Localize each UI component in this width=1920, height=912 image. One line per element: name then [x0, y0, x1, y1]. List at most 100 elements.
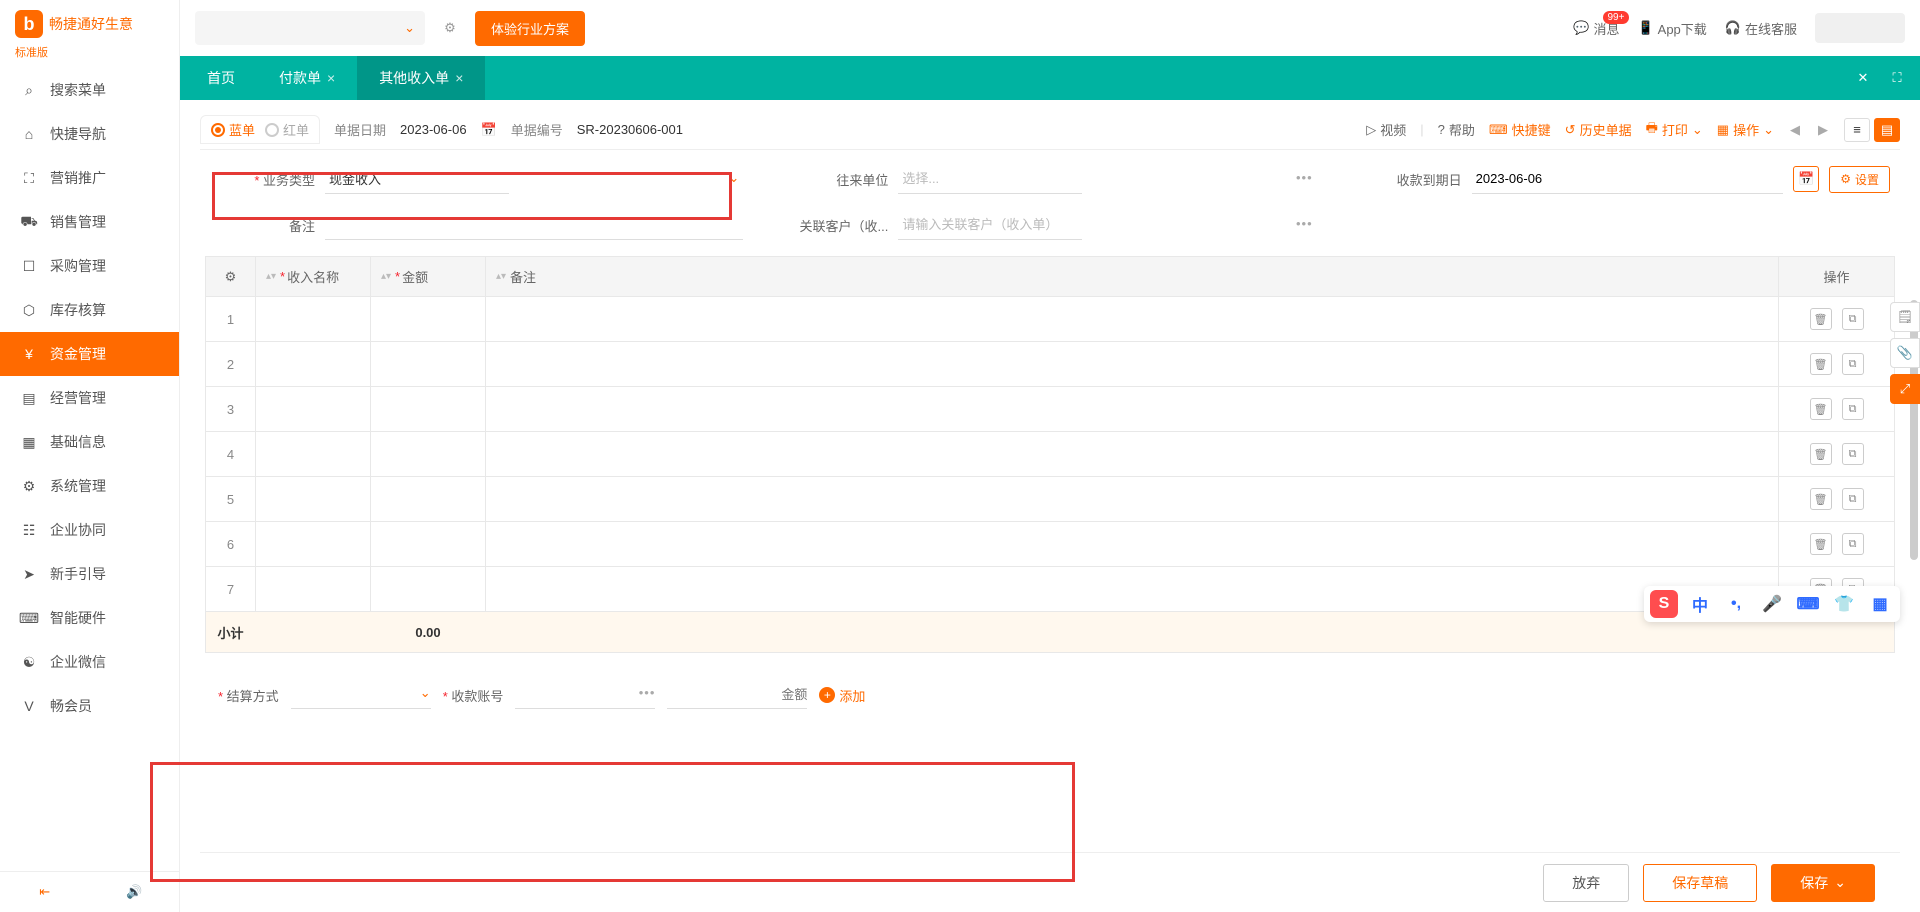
- cell-income-name[interactable]: [256, 342, 371, 386]
- sidebar-item-guide[interactable]: ➤新手引导: [0, 552, 179, 596]
- calendar-icon[interactable]: 📅: [481, 122, 497, 138]
- ellipsis-icon[interactable]: •••: [1296, 216, 1313, 231]
- radio-blue[interactable]: 蓝单: [211, 120, 255, 139]
- row-delete-button[interactable]: 🗑: [1810, 488, 1832, 510]
- settings-gear-button[interactable]: ⚙: [435, 13, 465, 43]
- settle-account-input[interactable]: [515, 681, 655, 709]
- sidebar-item-vip[interactable]: V畅会员: [0, 684, 179, 728]
- ime-skin-button[interactable]: 👕: [1830, 590, 1858, 618]
- rail-note-button[interactable]: 🗒: [1890, 302, 1920, 332]
- doc-date-value[interactable]: 2023-06-06: [400, 122, 467, 137]
- cell-remark[interactable]: [486, 297, 1779, 341]
- cell-amount[interactable]: [371, 477, 486, 521]
- row-copy-button[interactable]: ⧉: [1842, 398, 1864, 420]
- table-row[interactable]: 1🗑⧉: [206, 297, 1894, 342]
- help-button[interactable]: ?帮助: [1438, 120, 1475, 139]
- cell-remark[interactable]: [486, 387, 1779, 431]
- chevron-down-icon[interactable]: ⌄: [728, 170, 739, 186]
- sidebar-item-hardware[interactable]: ⌨智能硬件: [0, 596, 179, 640]
- ime-punct-button[interactable]: •,: [1722, 590, 1750, 618]
- cell-remark[interactable]: [486, 342, 1779, 386]
- table-row[interactable]: 7🗑⧉: [206, 567, 1894, 612]
- biz-type-input[interactable]: [325, 164, 509, 194]
- sidebar-item-basicinfo[interactable]: ▦基础信息: [0, 420, 179, 464]
- calendar-button[interactable]: 📅: [1793, 166, 1819, 192]
- biz-type-select[interactable]: ⌄: [325, 164, 743, 194]
- cell-amount[interactable]: [371, 432, 486, 476]
- sidebar-sound-button[interactable]: 🔊: [90, 872, 180, 912]
- sidebar-item-search[interactable]: ⌕搜索菜单: [0, 68, 179, 112]
- sidebar-item-operation[interactable]: ▤经营管理: [0, 376, 179, 420]
- close-icon[interactable]: ×: [455, 70, 463, 86]
- tab-fullscreen-button[interactable]: ⛶: [1882, 63, 1912, 93]
- row-copy-button[interactable]: ⧉: [1842, 443, 1864, 465]
- close-icon[interactable]: ×: [327, 70, 335, 86]
- ime-lang-button[interactable]: 中: [1686, 590, 1714, 618]
- related-customer-select[interactable]: •••: [898, 210, 1316, 240]
- messages-button[interactable]: 💬 消息 99+: [1573, 19, 1619, 38]
- row-delete-button[interactable]: 🗑: [1810, 353, 1832, 375]
- field-settings-button[interactable]: ⚙设置: [1829, 166, 1890, 193]
- table-row[interactable]: 5🗑⧉: [206, 477, 1894, 522]
- settle-method-input[interactable]: [291, 681, 431, 709]
- sidebar-item-funds[interactable]: ¥资金管理: [0, 332, 179, 376]
- remark-input[interactable]: [325, 210, 743, 240]
- cell-amount[interactable]: [371, 387, 486, 431]
- cell-income-name[interactable]: [256, 477, 371, 521]
- row-copy-button[interactable]: ⧉: [1842, 308, 1864, 330]
- add-settlement-button[interactable]: + 添加: [819, 686, 865, 705]
- cell-income-name[interactable]: [256, 522, 371, 566]
- cell-remark[interactable]: [486, 567, 1779, 611]
- customer-service-button[interactable]: 🎧在线客服: [1725, 19, 1797, 38]
- settle-amount-input[interactable]: [667, 681, 807, 709]
- shortcut-button[interactable]: ⌨快捷键: [1489, 120, 1551, 139]
- print-button[interactable]: 🖶打印⌄: [1646, 119, 1703, 141]
- sidebar-collapse-button[interactable]: ⇤: [0, 872, 90, 912]
- save-button[interactable]: 保存⌄: [1771, 864, 1875, 902]
- rail-attach-button[interactable]: 📎: [1890, 338, 1920, 368]
- cell-remark[interactable]: [486, 477, 1779, 521]
- history-button[interactable]: ↺历史单据: [1565, 120, 1632, 139]
- chevron-down-icon[interactable]: ⌄: [420, 685, 431, 701]
- tab-other-income[interactable]: 其他收入单×: [357, 56, 485, 100]
- discard-button[interactable]: 放弃: [1543, 864, 1629, 902]
- cell-amount[interactable]: [371, 342, 486, 386]
- settle-account-select[interactable]: •••: [515, 681, 655, 709]
- radio-red[interactable]: 红单: [265, 120, 309, 139]
- row-delete-button[interactable]: 🗑: [1810, 308, 1832, 330]
- partner-input[interactable]: [898, 164, 1082, 194]
- partner-select[interactable]: •••: [898, 164, 1316, 194]
- related-customer-input[interactable]: [898, 210, 1082, 240]
- video-button[interactable]: ▷视频: [1366, 120, 1406, 139]
- row-copy-button[interactable]: ⧉: [1842, 353, 1864, 375]
- cell-remark[interactable]: [486, 432, 1779, 476]
- sidebar-item-quicknav[interactable]: ⌂快捷导航: [0, 112, 179, 156]
- row-delete-button[interactable]: 🗑: [1810, 533, 1832, 555]
- col-income-name[interactable]: ▴▾*收入名称: [256, 257, 371, 296]
- user-avatar[interactable]: [1815, 13, 1905, 43]
- table-row[interactable]: 2🗑⧉: [206, 342, 1894, 387]
- sidebar-item-inventory[interactable]: ⬡库存核算: [0, 288, 179, 332]
- ime-toolbar[interactable]: S 中 •, 🎤 ⌨ 👕 ▦: [1644, 586, 1900, 622]
- cell-income-name[interactable]: [256, 297, 371, 341]
- row-copy-button[interactable]: ⧉: [1842, 533, 1864, 555]
- table-row[interactable]: 4🗑⧉: [206, 432, 1894, 477]
- sidebar-item-sales[interactable]: ⛟销售管理: [0, 200, 179, 244]
- row-copy-button[interactable]: ⧉: [1842, 488, 1864, 510]
- ime-toolbox-button[interactable]: ▦: [1866, 590, 1894, 618]
- ellipsis-icon[interactable]: •••: [1296, 170, 1313, 185]
- tab-payment[interactable]: 付款单×: [257, 56, 357, 100]
- org-selector[interactable]: ⌄: [195, 11, 425, 45]
- sidebar-item-marketing[interactable]: ⛶营销推广: [0, 156, 179, 200]
- sidebar-item-purchase[interactable]: ☐采购管理: [0, 244, 179, 288]
- cell-remark[interactable]: [486, 522, 1779, 566]
- tab-close-all-button[interactable]: ✕: [1848, 63, 1878, 93]
- sidebar-item-wechat[interactable]: ☯企业微信: [0, 640, 179, 684]
- form-view-button[interactable]: ▤: [1874, 118, 1900, 142]
- settle-method-select[interactable]: ⌄: [291, 681, 431, 709]
- table-row[interactable]: 3🗑⧉: [206, 387, 1894, 432]
- table-row[interactable]: 6🗑⧉: [206, 522, 1894, 567]
- cell-income-name[interactable]: [256, 387, 371, 431]
- cell-amount[interactable]: [371, 297, 486, 341]
- save-draft-button[interactable]: 保存草稿: [1643, 864, 1757, 902]
